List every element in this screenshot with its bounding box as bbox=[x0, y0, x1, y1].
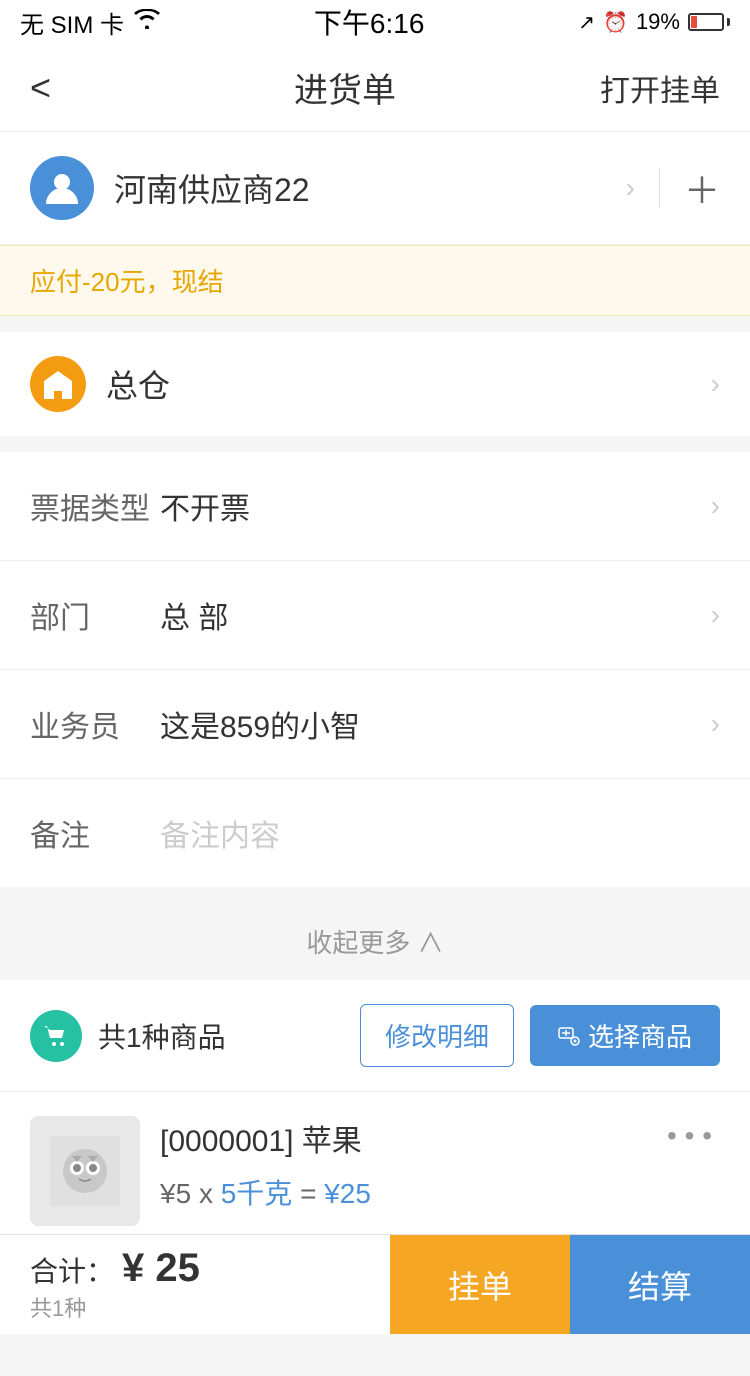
product-section: 共1种商品 修改明细 选择商品 bbox=[0, 980, 750, 1250]
bottom-bar: 合计： ¥ 25 共1种 挂单 结算 bbox=[0, 1234, 750, 1334]
product-equals: = bbox=[300, 1178, 324, 1209]
ticket-type-row[interactable]: 票据类型 不开票 › bbox=[0, 452, 750, 561]
salesman-row[interactable]: 业务员 这是859的小智 › bbox=[0, 670, 750, 779]
supplier-row[interactable]: 河南供应商22 › ＋ bbox=[0, 132, 750, 245]
add-button[interactable]: ＋ bbox=[684, 162, 720, 214]
warehouse-name: 总仓 bbox=[106, 361, 711, 407]
status-left: 无 SIM 卡 bbox=[20, 5, 160, 40]
product-item: [0000001] 苹果 ¥5 x 5千克 = ¥25 • • • bbox=[0, 1092, 750, 1250]
warehouse-icon bbox=[30, 356, 86, 412]
product-total: ¥25 bbox=[324, 1178, 371, 1209]
ticket-type-value: 不开票 bbox=[160, 484, 711, 528]
product-header: 共1种商品 修改明细 选择商品 bbox=[0, 980, 750, 1092]
total-sub: 共1种 bbox=[30, 1291, 360, 1323]
chevron-right-icon: › bbox=[711, 490, 720, 522]
chevron-right-icon: › bbox=[711, 368, 720, 400]
status-right: ↗ ⏰ 19% bbox=[578, 9, 730, 35]
product-count: 共1种商品 bbox=[98, 1016, 360, 1056]
product-qty: 5千克 bbox=[221, 1178, 293, 1209]
warehouse-row[interactable]: 总仓 › bbox=[0, 332, 750, 436]
notice-text: 应付-20元，现结 bbox=[30, 267, 224, 297]
chevron-right-icon: › bbox=[711, 599, 720, 631]
cart-icon bbox=[30, 1010, 82, 1062]
product-price: ¥5 bbox=[160, 1178, 191, 1209]
warehouse-section: 总仓 › bbox=[0, 332, 750, 436]
department-label: 部门 bbox=[30, 593, 150, 637]
select-product-label: 选择商品 bbox=[588, 1017, 692, 1054]
open-pending-button[interactable]: 打开挂单 bbox=[600, 66, 720, 110]
total-amount: ¥ 25 bbox=[122, 1246, 200, 1291]
remark-label: 备注 bbox=[30, 811, 150, 855]
product-detail: ¥5 x 5千克 = ¥25 bbox=[160, 1172, 639, 1212]
ticket-type-label: 票据类型 bbox=[30, 484, 150, 528]
select-product-button[interactable]: 选择商品 bbox=[530, 1005, 720, 1066]
status-time: 下午6:16 bbox=[314, 2, 425, 42]
total-section: 合计： ¥ 25 共1种 bbox=[0, 1235, 390, 1334]
department-row[interactable]: 部门 总 部 › bbox=[0, 561, 750, 670]
location-icon: ↗ bbox=[578, 10, 595, 35]
carrier-label: 无 SIM 卡 bbox=[20, 5, 124, 40]
alarm-icon: ⏰ bbox=[603, 10, 628, 35]
product-thumbnail bbox=[30, 1116, 140, 1226]
salesman-label: 业务员 bbox=[30, 702, 150, 746]
chevron-right-icon: › bbox=[626, 172, 635, 204]
supplier-name: 河南供应商22 bbox=[114, 165, 626, 211]
checkout-button[interactable]: 结算 bbox=[570, 1235, 750, 1334]
edit-detail-button[interactable]: 修改明细 bbox=[360, 1004, 514, 1067]
form-section: 票据类型 不开票 › 部门 总 部 › 业务员 这是859的小智 › 备注 备注… bbox=[0, 452, 750, 887]
total-text: 合计： bbox=[30, 1250, 114, 1290]
notice-band: 应付-20元，现结 bbox=[0, 245, 750, 316]
nav-bar: < 进货单 打开挂单 bbox=[0, 44, 750, 132]
battery-percent: 19% bbox=[636, 9, 680, 35]
wifi-icon bbox=[134, 8, 160, 36]
department-value: 总 部 bbox=[160, 593, 711, 637]
vertical-divider bbox=[659, 168, 660, 208]
salesman-value: 这是859的小智 bbox=[160, 702, 711, 746]
suspend-button[interactable]: 挂单 bbox=[390, 1235, 570, 1334]
product-name: [0000001] 苹果 bbox=[160, 1116, 639, 1160]
main-content: 河南供应商22 › ＋ 应付-20元，现结 总仓 › 票据类型 不开票 › bbox=[0, 132, 750, 1376]
chevron-right-icon: › bbox=[711, 708, 720, 740]
avatar bbox=[30, 156, 94, 220]
supplier-section: 河南供应商22 › ＋ 应付-20元，现结 bbox=[0, 132, 750, 316]
remark-input[interactable]: 备注内容 bbox=[160, 811, 720, 855]
back-button[interactable]: < bbox=[30, 67, 90, 109]
product-info: [0000001] 苹果 ¥5 x 5千克 = ¥25 bbox=[160, 1116, 639, 1212]
page-title: 进货单 bbox=[294, 63, 396, 112]
collapse-label: 收起更多 ∧ bbox=[306, 923, 443, 960]
remark-row[interactable]: 备注 备注内容 bbox=[0, 779, 750, 887]
product-multiply: x bbox=[199, 1178, 221, 1209]
collapse-button[interactable]: 收起更多 ∧ bbox=[0, 903, 750, 980]
status-bar: 无 SIM 卡 下午6:16 ↗ ⏰ 19% bbox=[0, 0, 750, 44]
more-options-button[interactable]: • • • bbox=[659, 1116, 720, 1156]
battery-icon bbox=[688, 13, 730, 31]
total-label-row: 合计： ¥ 25 bbox=[30, 1246, 360, 1291]
